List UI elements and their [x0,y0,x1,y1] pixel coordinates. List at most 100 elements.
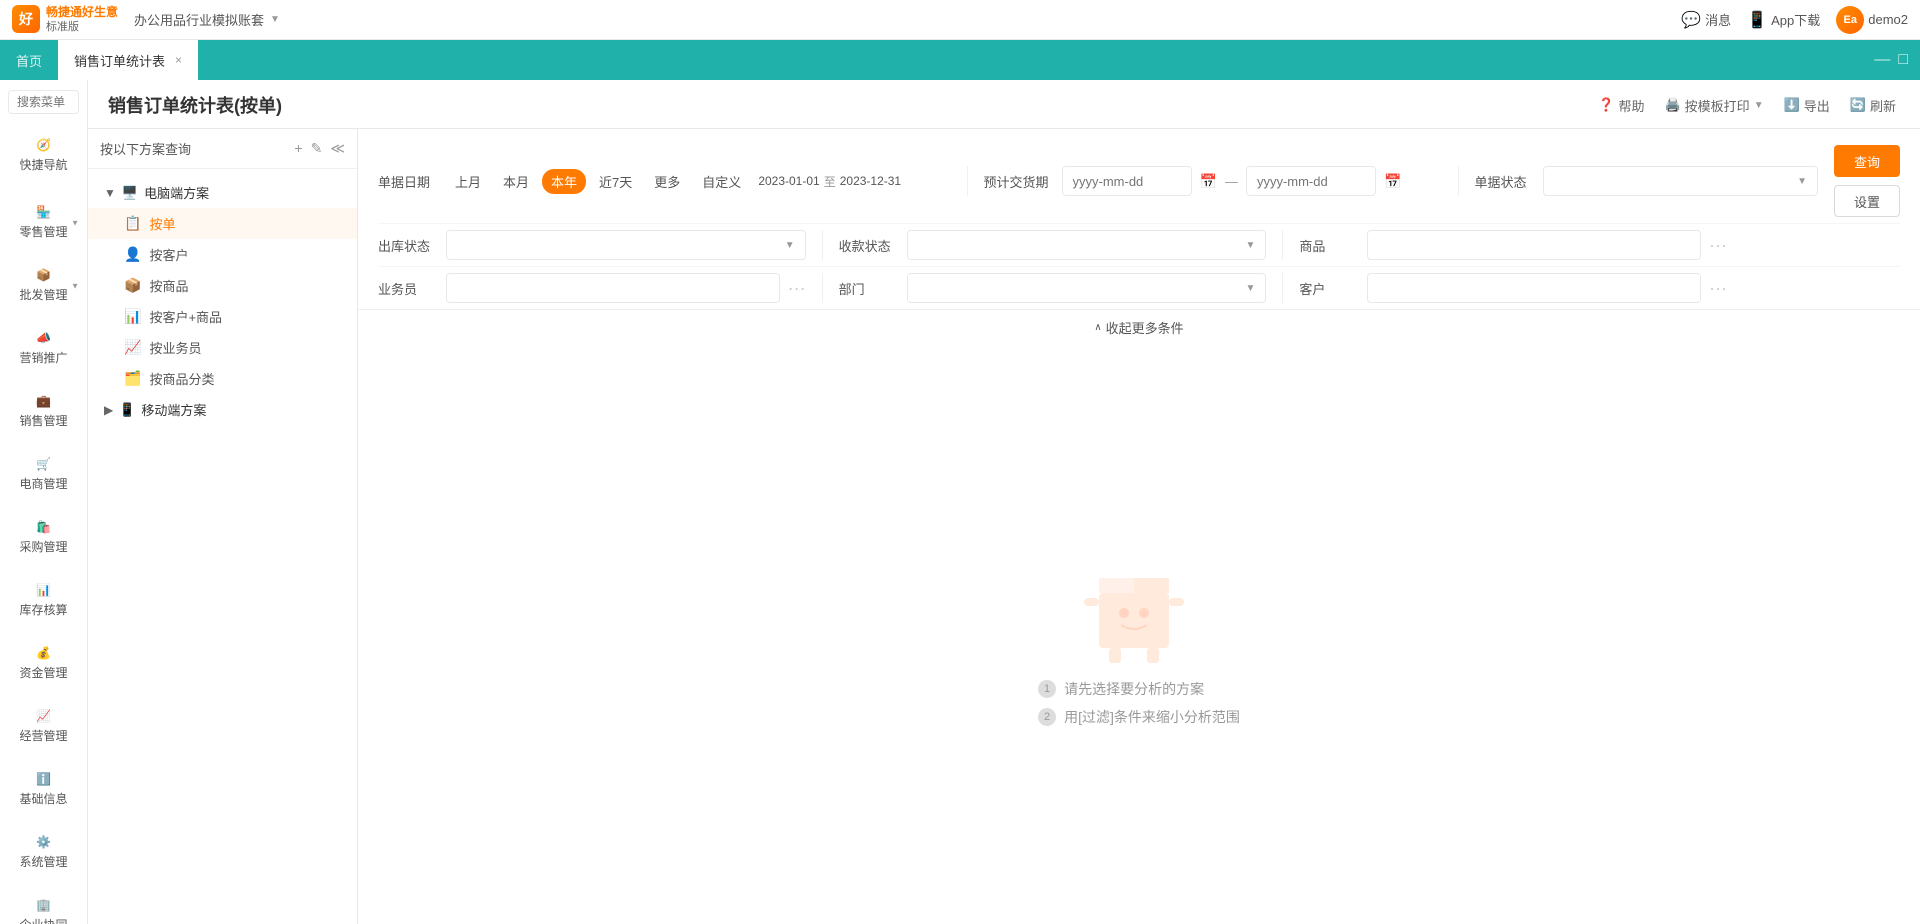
customer-more-icon[interactable]: ··· [1709,278,1727,299]
collapse-label: 收起更多条件 [1106,318,1184,337]
search-input[interactable] [8,90,79,114]
scheme-by-order[interactable]: 📋 按单 [88,208,357,239]
hint-text-2: 用[过滤]条件来缩小分析范围 [1064,707,1240,727]
scheme-by-salesperson[interactable]: 📈 按业务员 [88,332,357,363]
logo-area: 好 畅捷通好生意 标准版 [12,5,118,35]
goods-input[interactable] [1367,230,1701,260]
custom-date-btn[interactable]: 自定义 [693,169,750,194]
tab-home[interactable]: 首页 [0,40,58,80]
hint-text-1: 请先选择要分析的方案 [1064,679,1204,699]
export-btn[interactable]: ⬇️ 导出 [1780,96,1834,115]
empty-hints: 1 请先选择要分析的方案 2 用[过滤]条件来缩小分析范围 [1038,679,1240,727]
sidebar-item-enterprise[interactable]: 🏢 企业协同 [0,884,87,924]
refresh-icon: 🔄 [1850,97,1866,113]
this-month-btn[interactable]: 本月 [494,169,538,194]
date-label: 单据日期 [378,172,438,191]
filter-separator-6 [1282,273,1283,303]
more-date-btn[interactable]: 更多 [645,169,689,194]
date-filter: 单据日期 上月 本月 本年 近7天 更多 自定义 2023-01-01 [378,169,951,194]
logo-text: 畅捷通好生意 标准版 [46,5,118,35]
sidebar-item-purchase[interactable]: 🛍️ 采购管理 [0,506,87,569]
salesperson-input[interactable] [446,273,780,303]
refresh-btn[interactable]: 🔄 刷新 [1846,96,1900,115]
maximize-icon[interactable]: □ [1898,51,1908,69]
state-filter: 单据状态 ▼ [1475,166,1819,196]
print-btn[interactable]: 🖨️ 按模板打印 ▼ [1660,96,1767,115]
calendar-icon-end[interactable]: 📅 [1384,173,1401,190]
inventory-icon: 📊 [36,583,51,597]
basic-info-icon: ℹ️ [36,772,51,786]
edit-scheme-icon[interactable]: ✎ [311,140,323,157]
right-content: 单据日期 上月 本月 本年 近7天 更多 自定义 2023-01-01 [358,129,1920,924]
query-btn[interactable]: 查询 [1834,145,1900,177]
add-scheme-icon[interactable]: + [294,140,302,157]
tabbar: 首页 销售订单统计表 × — □ [0,40,1920,80]
department-arrow: ▼ [1245,283,1255,294]
sidebar-item-quick-nav[interactable]: 🧭 快捷导航 [0,124,87,187]
goods-more-icon[interactable]: ··· [1709,235,1727,256]
minimize-icon[interactable]: — [1874,51,1890,69]
scheme-by-category[interactable]: 🗂️ 按商品分类 [88,363,357,394]
topbar-left: 好 畅捷通好生意 标准版 办公用品行业模拟账套 ▼ [12,5,288,35]
sidebar-item-operations[interactable]: 📈 经营管理 [0,695,87,758]
department-select[interactable]: ▼ [907,273,1267,303]
date-start-display: 2023-01-01 [758,174,819,188]
sidebar-item-sales[interactable]: 💼 销售管理 [0,380,87,443]
phone-icon: 📱 [1747,10,1767,30]
calendar-icon-start[interactable]: 📅 [1200,173,1217,190]
expected-date-start-input[interactable] [1062,166,1192,196]
collapse-panel-icon[interactable]: ≪ [330,140,345,157]
compass-icon: 🧭 [36,138,51,152]
mobile-scheme-group-header[interactable]: ▶ 📱 移动端方案 [88,394,357,425]
customer-goods-icon: 📊 [124,308,141,325]
pc-scheme-group-header[interactable]: ▼ 🖥️ 电脑端方案 [88,177,357,208]
delivery-state-select[interactable]: ▼ [446,230,806,260]
window-controls: — □ [1874,51,1908,69]
scheme-by-customer-goods[interactable]: 📊 按客户+商品 [88,301,357,332]
order-icon: 📋 [124,215,141,232]
workspace-selector[interactable]: 办公用品行业模拟账套 ▼ [126,10,288,29]
export-icon: ⬇️ [1784,97,1800,113]
payment-state-label: 收款状态 [839,236,899,255]
date-separator: 至 [824,173,836,190]
message-btn[interactable]: 💬 消息 [1681,10,1731,30]
this-year-btn[interactable]: 本年 [542,169,586,194]
sidebar-item-retail[interactable]: 🏪 零售管理 [0,191,87,254]
salesperson-label: 业务员 [378,279,438,298]
salesperson-icon: 📈 [124,339,141,356]
filter-separator-1 [967,166,968,196]
sidebar-item-ecommerce[interactable]: 🛒 电商管理 [0,443,87,506]
filter-area: 单据日期 上月 本月 本年 近7天 更多 自定义 2023-01-01 [358,129,1920,309]
sidebar-item-system[interactable]: ⚙️ 系统管理 [0,821,87,884]
salesperson-filter: 业务员 ··· [378,273,806,303]
scheme-by-goods[interactable]: 📦 按商品 [88,270,357,301]
collapse-row[interactable]: ∧ 收起更多条件 [358,309,1920,345]
filter-separator-2 [1458,166,1459,196]
expected-date-end-input[interactable] [1246,166,1376,196]
state-select[interactable]: ▼ [1543,166,1819,196]
app-download-btn[interactable]: 📱 App下载 [1747,10,1820,30]
scheme-by-customer[interactable]: 👤 按客户 [88,239,357,270]
page-header: 销售订单统计表(按单) ❓ 帮助 🖨️ 按模板打印 ▼ ⬇️ 导出 [88,80,1920,129]
help-btn[interactable]: ❓ 帮助 [1594,96,1648,115]
user-profile[interactable]: Ea demo2 [1836,6,1908,34]
payment-state-arrow: ▼ [1245,240,1255,251]
state-label: 单据状态 [1475,172,1535,191]
page-title: 销售订单统计表(按单) [108,92,282,118]
sidebar-item-inventory[interactable]: 📊 库存核算 [0,569,87,632]
payment-state-select[interactable]: ▼ [907,230,1267,260]
left-panel-header: 按以下方案查询 + ✎ ≪ [88,129,357,169]
sidebar-item-marketing[interactable]: 📣 营销推广 [0,317,87,380]
last7-btn[interactable]: 近7天 [590,169,641,194]
logo-icon: 好 [12,5,40,33]
sidebar-item-basic-info[interactable]: ℹ️ 基础信息 [0,758,87,821]
last-month-btn[interactable]: 上月 [446,169,490,194]
salesperson-more-icon[interactable]: ··· [788,278,806,299]
avatar: Ea [1836,6,1864,34]
sidebar-item-finance[interactable]: 💰 资金管理 [0,632,87,695]
sidebar-item-wholesale[interactable]: 📦 批发管理 [0,254,87,317]
tab-sales-order-summary[interactable]: 销售订单统计表 × [58,40,198,80]
tab-close-icon[interactable]: × [175,53,182,67]
customer-input[interactable] [1367,273,1701,303]
settings-btn[interactable]: 设置 [1834,185,1900,217]
